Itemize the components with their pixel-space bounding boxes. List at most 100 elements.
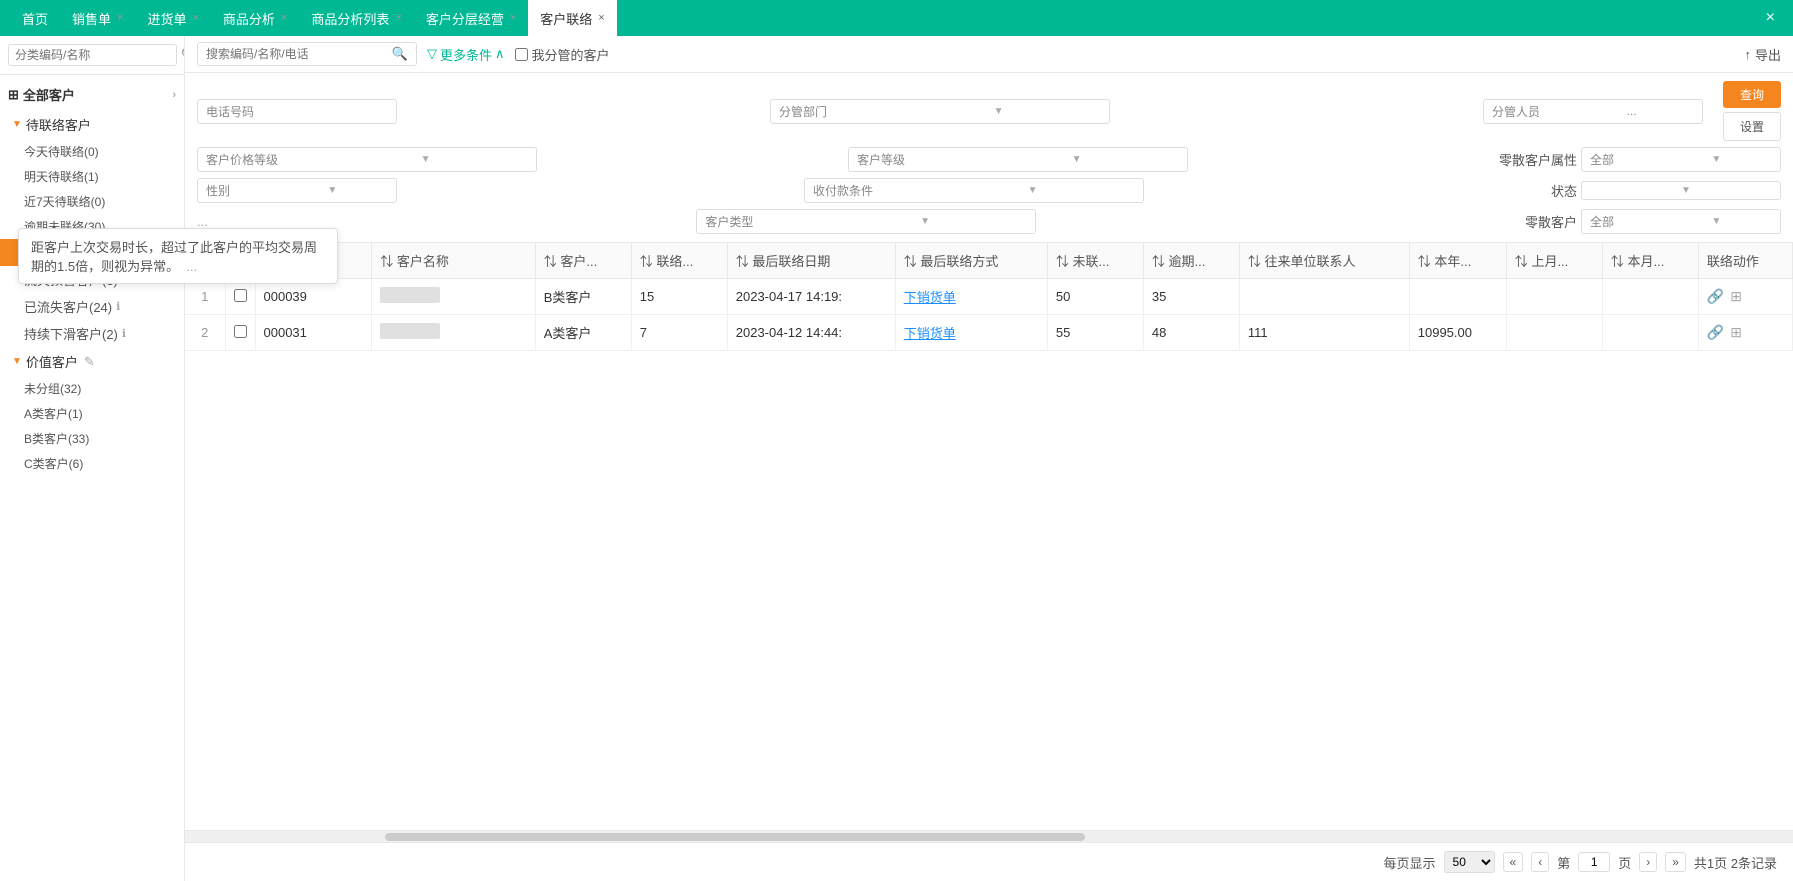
scroll-thumb[interactable]: [385, 833, 1085, 841]
filter-search-icon[interactable]: 🔍: [392, 46, 408, 62]
page-input[interactable]: [1578, 852, 1610, 872]
th-this-month: ⇅ 本月...: [1602, 243, 1698, 279]
col-way-sort[interactable]: ⇅: [904, 254, 917, 269]
nav-sales[interactable]: 销售单 ×: [60, 0, 135, 36]
horizontal-scrollbar[interactable]: [185, 830, 1793, 842]
nav-product-list[interactable]: 商品分析列表 ×: [299, 0, 413, 36]
row-actions-2: 🔗 ⊞: [1698, 315, 1792, 351]
all-customers-header[interactable]: ⊞ 全部客户 ›: [0, 79, 184, 110]
manager-filter[interactable]: 分管人员 ...: [1483, 99, 1703, 124]
table-row: 2 000031 A类客户 7 2023-04-12 14:44: 下销货单 5…: [185, 315, 1793, 351]
th-uncontacted: ⇅ 未联...: [1047, 243, 1143, 279]
col-date-sort[interactable]: ⇅: [736, 254, 749, 269]
row-lmonth-2: [1506, 315, 1602, 351]
more-conditions-btn[interactable]: ▽ 更多条件 ∧: [427, 45, 505, 64]
col-name-sort[interactable]: ⇅: [380, 254, 393, 269]
last-page-btn[interactable]: »: [1665, 852, 1686, 872]
row-check-2[interactable]: [225, 315, 255, 351]
action-view-2[interactable]: 🔗: [1707, 324, 1724, 341]
status-select[interactable]: ▼: [1581, 181, 1781, 200]
nav-customer-tier[interactable]: 客户分层经营 ×: [414, 0, 528, 36]
nav-sales-close[interactable]: ×: [117, 12, 123, 24]
churned[interactable]: 已流失客户(24) ℹ: [0, 293, 184, 320]
nav-customer-contact-close[interactable]: ×: [598, 12, 604, 24]
action-more-1[interactable]: ⊞: [1730, 288, 1742, 305]
pay-condition-filter[interactable]: 收付款条件 ▼: [804, 178, 1144, 203]
sidebar-search-input[interactable]: [8, 44, 177, 66]
retail-attr-select[interactable]: 全部 ▼: [1581, 147, 1781, 172]
edit-value-icon[interactable]: ✎: [84, 354, 95, 370]
nav-product-analysis[interactable]: 商品分析 ×: [211, 0, 299, 36]
th-action: 联络动作: [1698, 243, 1792, 279]
retail-attr-filter: 零散客户属性 全部 ▼: [1499, 147, 1781, 172]
row-way-1[interactable]: 下销货单: [895, 279, 1047, 315]
nav-customer-contact[interactable]: 客户联络 ×: [528, 0, 616, 36]
customer-type-filter[interactable]: 客户类型 ▼: [696, 209, 1036, 234]
pending-contact-header[interactable]: ▼ 待联络客户: [0, 110, 184, 139]
row-contact-2: 7: [631, 315, 727, 351]
col-lmonth-sort[interactable]: ⇅: [1515, 254, 1528, 269]
col-overdue-sort[interactable]: ⇅: [1152, 254, 1165, 269]
nav-purchase[interactable]: 进货单 ×: [135, 0, 210, 36]
phone-filter[interactable]: 电话号码: [197, 99, 397, 124]
nav-home[interactable]: 首页: [10, 0, 60, 36]
action-view-1[interactable]: 🔗: [1707, 288, 1724, 305]
customer-level-filter[interactable]: 客户等级 ▼: [848, 147, 1188, 172]
my-customers-checkbox[interactable]: [515, 48, 528, 61]
action-more-2[interactable]: ⊞: [1730, 324, 1742, 341]
tomorrow-pending[interactable]: 明天待联络(1): [0, 164, 184, 189]
col-tmonth-sort[interactable]: ⇅: [1611, 254, 1624, 269]
col-unit-sort[interactable]: ⇅: [1248, 254, 1261, 269]
col-year-sort[interactable]: ⇅: [1418, 254, 1431, 269]
manager-dots[interactable]: ...: [1627, 104, 1694, 118]
row4-dots[interactable]: ...: [197, 214, 208, 229]
th-last-date: ⇅ 最后联络日期: [727, 243, 895, 279]
table-area: ⚙ ⇅ 客户编码 ⇅ 客户名称: [185, 243, 1793, 881]
row-code-2: 000031: [255, 315, 372, 351]
customer-table: ⚙ ⇅ 客户编码 ⇅ 客户名称: [185, 243, 1793, 351]
first-page-btn[interactable]: «: [1503, 852, 1524, 872]
retail-customer-select[interactable]: 全部 ▼: [1581, 209, 1781, 234]
declining[interactable]: 持续下滑客户(2) ℹ: [0, 320, 184, 347]
value-customer-header[interactable]: ▼ 价值客户 ✎: [0, 347, 184, 376]
th-level: ⇅ 客户...: [535, 243, 631, 279]
dept-filter[interactable]: 分管部门 ▼: [770, 99, 1110, 124]
export-button[interactable]: ↑ 导出: [1744, 45, 1781, 64]
filter-row-4: ... 客户类型 ▼ 零散客户 全部 ▼: [197, 209, 1781, 234]
table-header-row: ⚙ ⇅ 客户编码 ⇅ 客户名称: [185, 243, 1793, 279]
col-contact-sort[interactable]: ⇅: [640, 254, 653, 269]
row-date-1: 2023-04-17 14:19:: [727, 279, 895, 315]
collapse-btn[interactable]: ›: [172, 89, 176, 101]
row-way-2[interactable]: 下销货单: [895, 315, 1047, 351]
table-row: 1 000039 B类客户 15 2023-04-17 14:19: 下销货单 …: [185, 279, 1793, 315]
nav-product-list-close[interactable]: ×: [395, 12, 401, 24]
week-pending[interactable]: 近7天待联络(0): [0, 189, 184, 214]
row-1-checkbox[interactable]: [234, 289, 247, 302]
nav-product-analysis-close[interactable]: ×: [281, 12, 287, 24]
class-a[interactable]: A类客户(1): [0, 401, 184, 426]
nav-customer-tier-close[interactable]: ×: [510, 12, 516, 24]
row-lmonth-1: [1506, 279, 1602, 315]
class-c[interactable]: C类客户(6): [0, 451, 184, 476]
today-pending[interactable]: 今天待联络(0): [0, 139, 184, 164]
row-2-checkbox[interactable]: [234, 325, 247, 338]
left-sidebar: 🔍 ⊞ 全部客户 › ▼ 待联络客户 今天待联络(0) 明天待联络(1) 近7天…: [0, 36, 185, 881]
per-page-select[interactable]: 50 20 100: [1444, 851, 1495, 873]
prev-page-btn[interactable]: ‹: [1531, 852, 1549, 872]
query-button[interactable]: 查询: [1723, 81, 1781, 108]
price-level-filter[interactable]: 客户价格等级 ▼: [197, 147, 537, 172]
window-close-button[interactable]: ×: [1758, 9, 1783, 27]
col-level-sort[interactable]: ⇅: [544, 254, 557, 269]
page-unit: 页: [1618, 853, 1631, 872]
nav-purchase-close[interactable]: ×: [192, 12, 198, 24]
ungroup[interactable]: 未分组(32): [0, 376, 184, 401]
col-uncontacted-sort[interactable]: ⇅: [1056, 254, 1069, 269]
status-filter: 状态 ▼: [1551, 181, 1781, 200]
settings-button[interactable]: 设置: [1723, 112, 1781, 141]
gender-dropdown: ▼: [327, 185, 388, 196]
row-tmonth-2: [1602, 315, 1698, 351]
filter-search-input[interactable]: [206, 47, 388, 61]
gender-filter[interactable]: 性别 ▼: [197, 178, 397, 203]
next-page-btn[interactable]: ›: [1639, 852, 1657, 872]
class-b[interactable]: B类客户(33): [0, 426, 184, 451]
